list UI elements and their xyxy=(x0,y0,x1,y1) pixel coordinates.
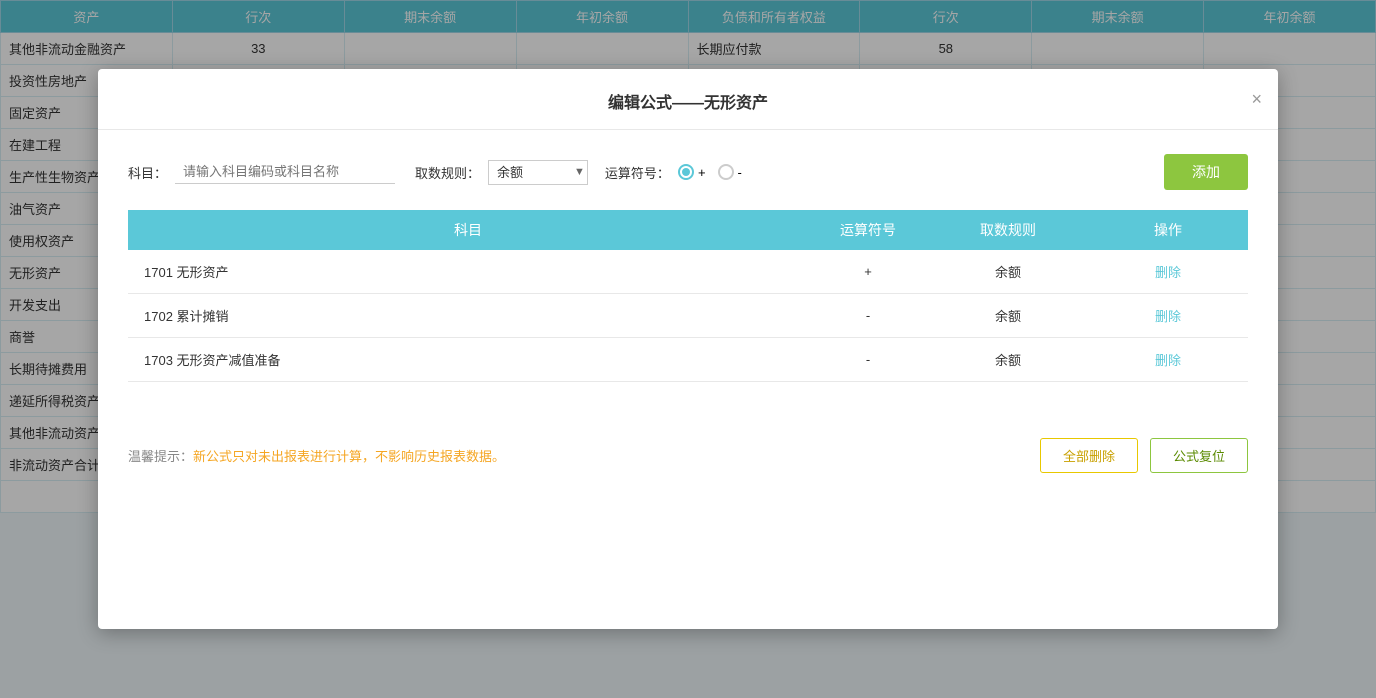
formula-action-cell: 删除 xyxy=(1088,294,1248,338)
subject-input[interactable] xyxy=(175,160,395,184)
subject-field: 科目： xyxy=(128,160,395,184)
th-operator: 运算符号 xyxy=(808,210,928,250)
formula-table-row: 1701 无形资产 + 余额 删除 xyxy=(128,250,1248,294)
minus-radio-circle xyxy=(718,164,734,180)
formula-operator-cell: - xyxy=(808,294,928,338)
operator-label: 运算符号： xyxy=(605,163,670,182)
th-rule: 取数规则 xyxy=(928,210,1088,250)
formula-subject-cell: 1701 无形资产 xyxy=(128,250,808,294)
modal-body: 科目： 取数规则： 余额 借方 贷方 借方发生额 贷方发生额 ▼ xyxy=(98,130,1278,422)
subject-label: 科目： xyxy=(128,163,167,182)
formula-table: 科目 运算符号 取数规则 操作 1701 无形资产 + 余额 删除 1702 累… xyxy=(128,210,1248,382)
rule-select-wrap: 余额 借方 贷方 借方发生额 贷方发生额 ▼ xyxy=(488,160,585,185)
delete-link[interactable]: 删除 xyxy=(1155,309,1181,324)
rule-select[interactable]: 余额 借方 贷方 借方发生额 贷方发生额 xyxy=(488,160,588,185)
formula-action-cell: 删除 xyxy=(1088,250,1248,294)
edit-formula-modal: 编辑公式——无形资产 × 科目： 取数规则： 余额 借方 贷方 xyxy=(98,69,1278,629)
formula-operator-cell: - xyxy=(808,338,928,382)
rule-field: 取数规则： 余额 借方 贷方 借方发生额 贷方发生额 ▼ xyxy=(415,160,585,185)
delete-link[interactable]: 删除 xyxy=(1155,265,1181,280)
modal-overlay: 编辑公式——无形资产 × 科目： 取数规则： 余额 借方 贷方 xyxy=(0,0,1376,698)
formula-operator-cell: + xyxy=(808,250,928,294)
operator-plus-radio[interactable]: + xyxy=(678,164,706,180)
tip-content: 新公式只对未出报表进行计算，不影响历史报表数据。 xyxy=(193,449,505,464)
formula-action-cell: 删除 xyxy=(1088,338,1248,382)
modal-close-button[interactable]: × xyxy=(1251,90,1262,108)
delete-all-button[interactable]: 全部删除 xyxy=(1040,438,1138,473)
footer-buttons: 全部删除 公式复位 xyxy=(1040,438,1248,473)
formula-subject-cell: 1703 无形资产减值准备 xyxy=(128,338,808,382)
minus-label: - xyxy=(738,165,742,180)
formula-rule-cell: 余额 xyxy=(928,294,1088,338)
reset-formula-button[interactable]: 公式复位 xyxy=(1150,438,1248,473)
formula-form-row: 科目： 取数规则： 余额 借方 贷方 借方发生额 贷方发生额 ▼ xyxy=(128,154,1248,190)
formula-subject-cell: 1702 累计摊销 xyxy=(128,294,808,338)
modal-footer: 温馨提示：新公式只对未出报表进行计算，不影响历史报表数据。 全部删除 公式复位 xyxy=(98,422,1278,493)
formula-table-row: 1702 累计摊销 - 余额 删除 xyxy=(128,294,1248,338)
operator-field: 运算符号： + - xyxy=(605,163,742,182)
modal-header: 编辑公式——无形资产 × xyxy=(98,69,1278,130)
operator-minus-radio[interactable]: - xyxy=(718,164,742,180)
formula-table-row: 1703 无形资产减值准备 - 余额 删除 xyxy=(128,338,1248,382)
formula-rule-cell: 余额 xyxy=(928,338,1088,382)
modal-title: 编辑公式——无形资产 xyxy=(608,95,768,112)
th-subject: 科目 xyxy=(128,210,808,250)
operator-radio-group: + - xyxy=(678,164,742,180)
delete-link[interactable]: 删除 xyxy=(1155,353,1181,368)
plus-radio-circle xyxy=(678,164,694,180)
formula-rule-cell: 余额 xyxy=(928,250,1088,294)
table-header-row: 科目 运算符号 取数规则 操作 xyxy=(128,210,1248,250)
plus-label: + xyxy=(698,165,706,180)
th-action: 操作 xyxy=(1088,210,1248,250)
rule-label: 取数规则： xyxy=(415,163,480,182)
tip-prefix: 温馨提示： xyxy=(128,449,193,464)
footer-tip: 温馨提示：新公式只对未出报表进行计算，不影响历史报表数据。 xyxy=(128,446,505,465)
add-button[interactable]: 添加 xyxy=(1164,154,1248,190)
